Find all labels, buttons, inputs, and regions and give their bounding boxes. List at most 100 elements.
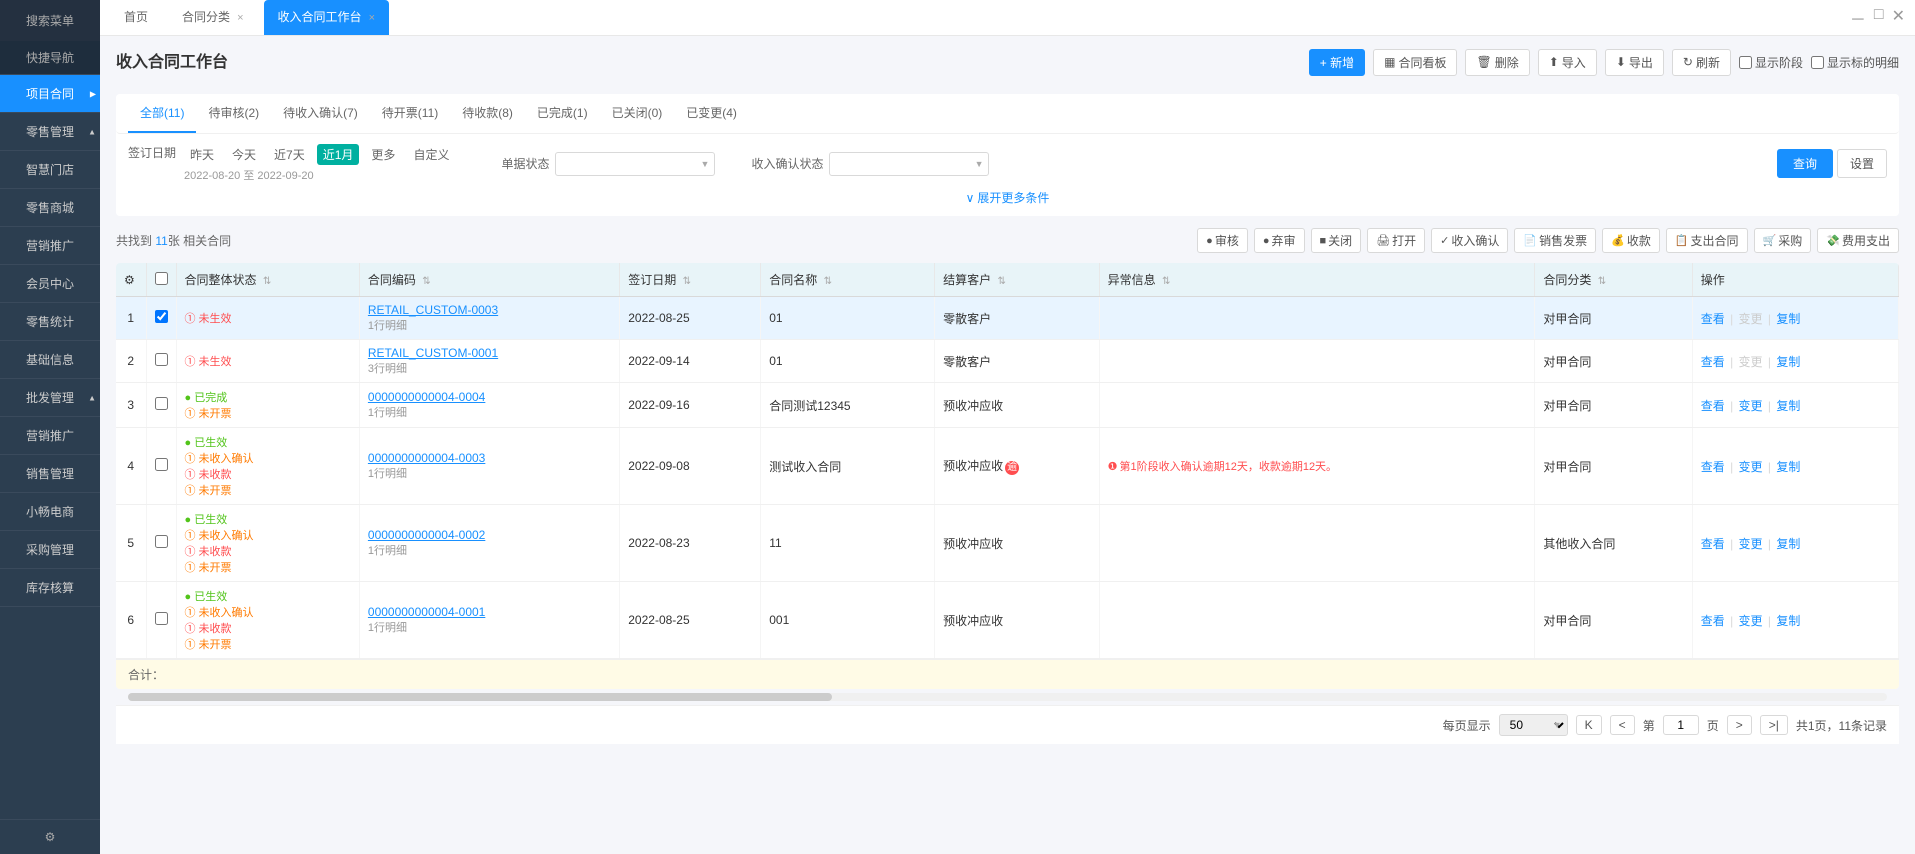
show-fields-checkbox[interactable]: 显示阶段 xyxy=(1739,54,1803,71)
tab-close-contract-category[interactable]: × xyxy=(234,12,243,24)
op-查看[interactable]: 查看 xyxy=(1701,399,1725,413)
sidebar-search[interactable]: 搜索菜单 xyxy=(0,0,100,41)
filter-tab-pending_income_confirm[interactable]: 待收入确认(7) xyxy=(271,94,370,133)
op-变更[interactable]: 变更 xyxy=(1739,460,1763,474)
action-btn-print[interactable]: 🖨 打开 xyxy=(1367,228,1425,253)
op-查看[interactable]: 查看 xyxy=(1701,312,1725,326)
row-checkbox[interactable] xyxy=(155,535,168,548)
tab-contract-category[interactable]: 合同分类 × xyxy=(168,0,258,35)
sidebar-item-wholesale-mgmt[interactable]: 批发管理 xyxy=(0,379,100,417)
action-btn-review[interactable]: ● 审核 xyxy=(1197,228,1248,253)
import-button[interactable]: ⬆ 导入 xyxy=(1538,49,1597,76)
action-btn-close[interactable]: ■ 关闭 xyxy=(1311,228,1362,253)
op-变更[interactable]: 变更 xyxy=(1739,537,1763,551)
contract-code-link[interactable]: 0000000000004-0001 xyxy=(368,605,485,619)
filter-tab-changed[interactable]: 已变更(4) xyxy=(674,94,749,133)
sidebar-settings[interactable]: ⚙ xyxy=(0,819,100,854)
close-button[interactable]: ✕ xyxy=(1892,6,1905,30)
delete-button[interactable]: 🗑 删除 xyxy=(1465,49,1529,76)
filter-tab-pending_review[interactable]: 待审核(2) xyxy=(196,94,271,133)
sidebar-item-marketing2[interactable]: 营销推广 xyxy=(0,417,100,455)
action-btn-fee_out[interactable]: 💸 费用支出 xyxy=(1817,228,1899,253)
op-查看[interactable]: 查看 xyxy=(1701,355,1725,369)
sidebar-item-retail-mgmt[interactable]: 零售管理 xyxy=(0,113,100,151)
minimize-button[interactable]: － xyxy=(1850,6,1866,30)
op-复制[interactable]: 复制 xyxy=(1776,355,1800,369)
sidebar-item-inventory[interactable]: 库存核算 xyxy=(0,569,100,607)
doc-status-select[interactable] xyxy=(555,152,715,176)
next-page-button[interactable]: > xyxy=(1727,715,1752,735)
page-input[interactable] xyxy=(1663,715,1699,735)
export-button[interactable]: ⬇ 导出 xyxy=(1605,49,1664,76)
op-复制[interactable]: 复制 xyxy=(1776,614,1800,628)
row-checkbox[interactable] xyxy=(155,353,168,366)
contract-code-link[interactable]: 0000000000004-0002 xyxy=(368,528,485,542)
date-opt-yesterday[interactable]: 昨天 xyxy=(184,144,220,165)
first-page-button[interactable]: K xyxy=(1576,715,1602,735)
sidebar-item-sales-mgmt[interactable]: 销售管理 xyxy=(0,455,100,493)
contract-code-link[interactable]: RETAIL_CUSTOM-0003 xyxy=(368,303,498,317)
action-btn-collect[interactable]: 💰 收款 xyxy=(1602,228,1660,253)
scrollbar-thumb[interactable] xyxy=(128,693,832,701)
date-opt-last7[interactable]: 近7天 xyxy=(268,144,311,165)
tab-income-workbench[interactable]: 收入合同工作台 × xyxy=(264,0,390,35)
date-opt-today[interactable]: 今天 xyxy=(226,144,262,165)
maximize-button[interactable]: □ xyxy=(1874,6,1884,30)
new-button[interactable]: + 新增 xyxy=(1309,49,1365,76)
sidebar-item-retail-mall[interactable]: 零售商城 xyxy=(0,189,100,227)
horizontal-scrollbar[interactable] xyxy=(128,693,1887,701)
contract-code-link[interactable]: RETAIL_CUSTOM-0001 xyxy=(368,346,498,360)
filter-tab-all[interactable]: 全部(11) xyxy=(128,94,196,133)
op-复制[interactable]: 复制 xyxy=(1776,312,1800,326)
action-btn-expense_out[interactable]: 📋 支出合同 xyxy=(1666,228,1748,253)
action-btn-sales_invoice[interactable]: 📄 销售发票 xyxy=(1514,228,1596,253)
action-btn-abandon[interactable]: ● 弃审 xyxy=(1254,228,1305,253)
sidebar-item-purchase-mgmt[interactable]: 采购管理 xyxy=(0,531,100,569)
last-page-button[interactable]: >| xyxy=(1760,715,1788,735)
set-button[interactable]: 设置 xyxy=(1837,149,1887,178)
expand-more-button[interactable]: ∨ 展开更多条件 xyxy=(966,189,1050,206)
action-btn-purchase[interactable]: 🛒 采购 xyxy=(1754,228,1812,253)
row-checkbox[interactable] xyxy=(155,310,168,323)
contract-code-link[interactable]: 0000000000004-0004 xyxy=(368,390,485,404)
op-查看[interactable]: 查看 xyxy=(1701,460,1725,474)
date-opt-last1month[interactable]: 近1月 xyxy=(317,144,360,165)
select-all-checkbox[interactable] xyxy=(155,272,168,285)
query-button[interactable]: 查询 xyxy=(1777,149,1833,178)
row-checkbox[interactable] xyxy=(155,397,168,410)
row-settle-customer: 预收冲应收 xyxy=(935,582,1099,659)
op-复制[interactable]: 复制 xyxy=(1776,460,1800,474)
date-opt-more[interactable]: 更多 xyxy=(365,144,401,165)
action-btn-income_confirm[interactable]: ✓ 收入确认 xyxy=(1431,228,1508,253)
sidebar-item-retail-stat[interactable]: 零售统计 xyxy=(0,303,100,341)
filter-tab-completed[interactable]: 已完成(1) xyxy=(525,94,600,133)
tab-close-income-workbench[interactable]: × xyxy=(366,12,375,24)
op-复制[interactable]: 复制 xyxy=(1776,399,1800,413)
show-detail-checkbox[interactable]: 显示标的明细 xyxy=(1811,54,1899,71)
date-opt-custom[interactable]: 自定义 xyxy=(407,144,455,165)
board-button[interactable]: ▦ 合同看板 xyxy=(1373,49,1457,76)
sidebar-item-project[interactable]: 项目合同 xyxy=(0,75,100,113)
sidebar-item-marketing[interactable]: 营销推广 xyxy=(0,227,100,265)
sidebar-item-basic-info[interactable]: 基础信息 xyxy=(0,341,100,379)
income-confirm-select[interactable] xyxy=(829,152,989,176)
row-checkbox[interactable] xyxy=(155,612,168,625)
sidebar-item-xiaochangec[interactable]: 小畅电商 xyxy=(0,493,100,531)
prev-page-button[interactable]: < xyxy=(1610,715,1635,735)
op-复制[interactable]: 复制 xyxy=(1776,537,1800,551)
op-变更[interactable]: 变更 xyxy=(1739,614,1763,628)
sidebar-item-smart-store[interactable]: 智慧门店 xyxy=(0,151,100,189)
op-变更[interactable]: 变更 xyxy=(1739,399,1763,413)
contract-code-link[interactable]: 0000000000004-0003 xyxy=(368,451,485,465)
sidebar-quicknav[interactable]: 快捷导航 xyxy=(0,41,100,75)
filter-tab-pending_collect[interactable]: 待收款(8) xyxy=(450,94,525,133)
refresh-button[interactable]: ↻ 刷新 xyxy=(1672,49,1731,76)
filter-tab-pending_invoice[interactable]: 待开票(11) xyxy=(370,94,450,133)
filter-tab-closed[interactable]: 已关闭(0) xyxy=(600,94,675,133)
row-checkbox[interactable] xyxy=(155,458,168,471)
tab-home[interactable]: 首页 xyxy=(110,0,162,35)
op-查看[interactable]: 查看 xyxy=(1701,537,1725,551)
op-查看[interactable]: 查看 xyxy=(1701,614,1725,628)
page-size-select[interactable]: 50 100 xyxy=(1499,714,1568,736)
sidebar-item-member[interactable]: 会员中心 xyxy=(0,265,100,303)
